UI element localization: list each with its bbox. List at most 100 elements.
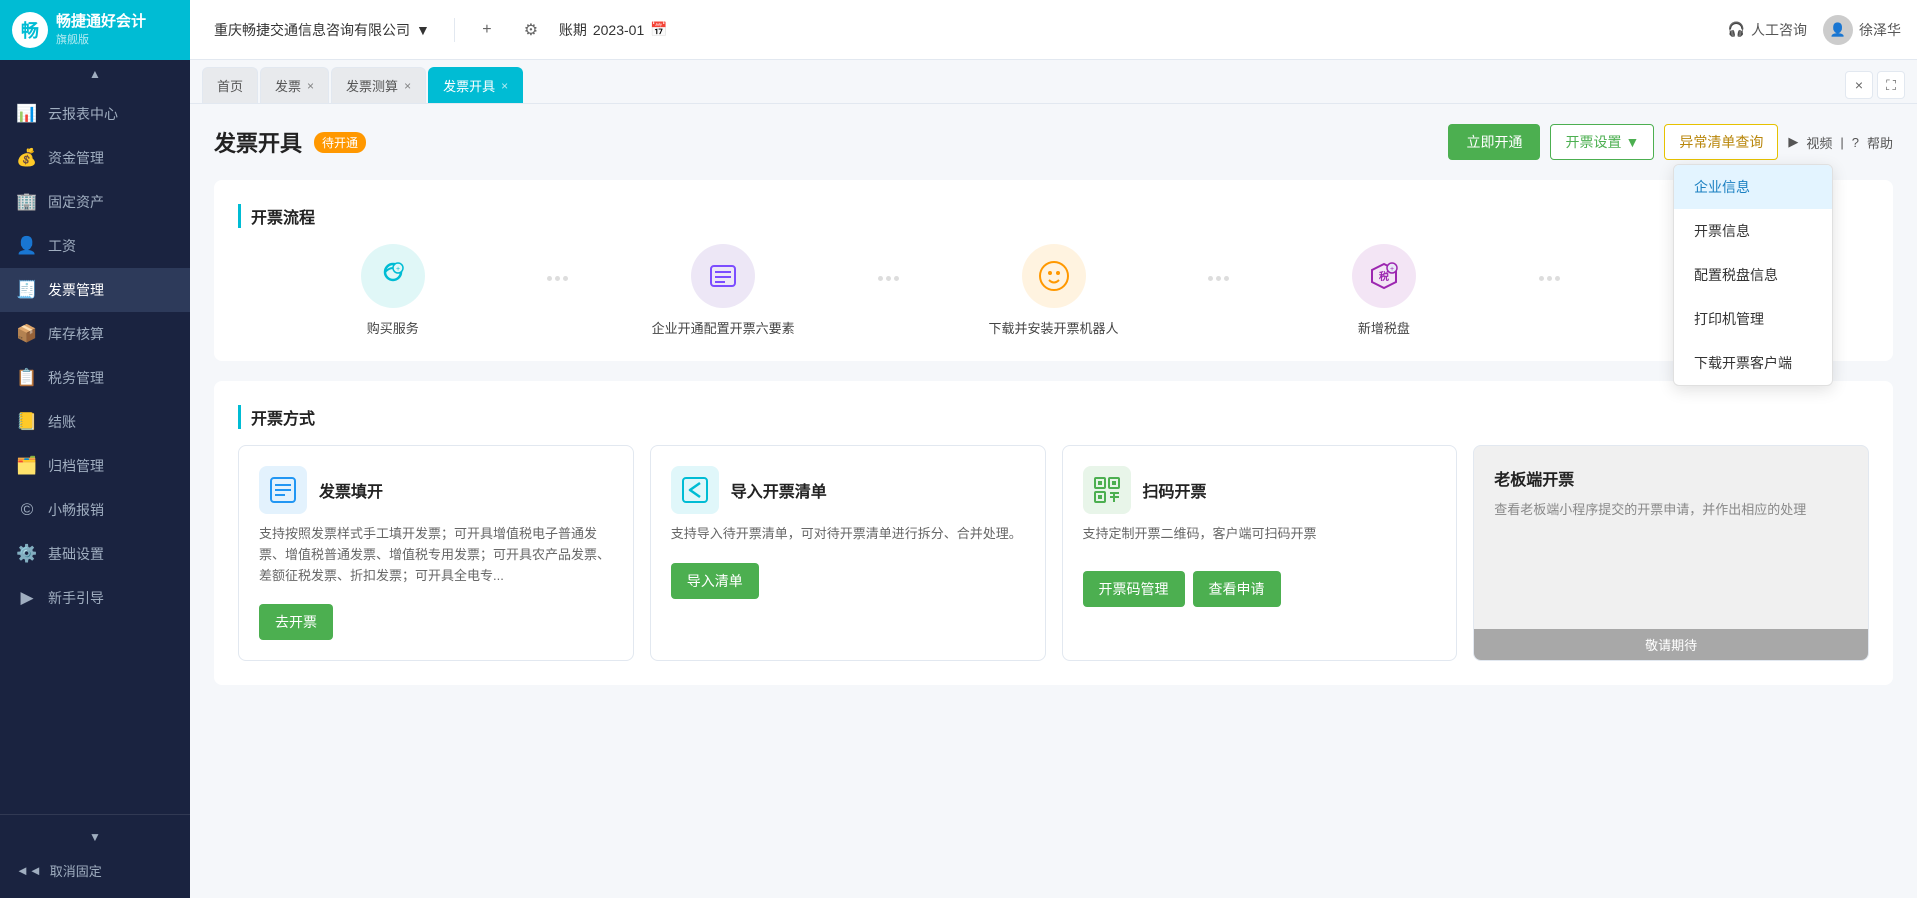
consulting-btn[interactable]: 🎧 人工咨询	[1728, 20, 1807, 40]
topbar-right: 🎧 人工咨询 👤 徐泽华	[1728, 15, 1901, 45]
dropdown-item-enterprise-info[interactable]: 企业信息	[1674, 165, 1832, 209]
tab-fapiao-cesuan[interactable]: 发票测算 ×	[331, 67, 426, 103]
method-fill-header: 发票填开	[259, 466, 613, 514]
dropdown-chevron-icon: ▼	[416, 22, 430, 38]
connector-2	[878, 276, 899, 305]
sidebar-item-jiezhang[interactable]: 📒 结账	[0, 400, 190, 444]
sidebar-item-jichushezhi[interactable]: ⚙️ 基础设置	[0, 532, 190, 576]
gudingzichan-icon: 🏢	[16, 192, 38, 212]
sidebar-item-gongzi[interactable]: 👤 工资	[0, 224, 190, 268]
add-company-btn[interactable]: +	[471, 14, 503, 46]
sidebar-scroll-up[interactable]: ▲	[0, 60, 190, 88]
method-fill-desc: 支持按照发票样式手工填开发票；可开具增值税电子普通发票、增值税普通发票、增值税专…	[259, 524, 613, 586]
main-content: 发票开具 待开通 立即开通 开票设置 ▼ 异常清单查询 ▶ 视频 | ? 帮助	[190, 104, 1917, 898]
sidebar-item-xinshouyindao[interactable]: ▶ 新手引导	[0, 576, 190, 620]
fapiao-icon: 🧾	[16, 280, 38, 300]
step-icon-config	[691, 244, 755, 308]
dropdown-item-download-client[interactable]: 下载开票客户端	[1674, 341, 1832, 385]
step-icon-taxdisk: 税 +	[1352, 244, 1416, 308]
cancel-icon: ◄◄	[16, 863, 42, 878]
svg-text:+: +	[1390, 266, 1394, 273]
method-boss-desc: 查看老板端小程序提交的开票申请，并作出相应的处理	[1494, 500, 1848, 521]
tab-fapiao-kaijia-close[interactable]: ×	[501, 79, 508, 93]
shuiwu-icon: 📋	[16, 368, 38, 388]
settings-btn[interactable]: 开票设置 ▼	[1550, 124, 1654, 160]
tab-fapiao-close[interactable]: ×	[307, 79, 314, 93]
process-step-buy: + 购买服务	[238, 244, 547, 337]
sidebar-item-zijin[interactable]: 💰 资金管理	[0, 136, 190, 180]
tabs-actions: × ⛶	[1845, 71, 1905, 103]
settings-gear-btn[interactable]: ⚙	[515, 14, 547, 46]
tab-fapiao-kaijia[interactable]: 发票开具 ×	[428, 67, 523, 103]
process-section-title: 开票流程	[238, 204, 1869, 228]
sidebar-item-guidang[interactable]: 🗂️ 归档管理	[0, 444, 190, 488]
page-title: 发票开具	[214, 126, 302, 158]
dropdown-item-invoice-info[interactable]: 开票信息	[1674, 209, 1832, 253]
method-scan-header: 扫码开票	[1083, 466, 1437, 514]
jiezhang-icon: 📒	[16, 412, 38, 432]
page-actions: 立即开通 开票设置 ▼ 异常清单查询 ▶ 视频 | ? 帮助	[1448, 124, 1893, 160]
dropdown-item-printer[interactable]: 打印机管理	[1674, 297, 1832, 341]
xinshouyindao-icon: ▶	[16, 588, 38, 608]
gongzi-icon: 👤	[16, 236, 38, 256]
red-arrow	[1673, 201, 1678, 234]
process-flow: + 购买服务 企业开通配置开票六要素	[238, 244, 1869, 337]
sidebar-bottom: ▼ ◄◄ 取消固定	[0, 814, 190, 898]
period-info: 账期 2023-01 📅	[559, 20, 668, 40]
divider-pipe: |	[1840, 135, 1843, 150]
help-icon: ?	[1852, 135, 1859, 150]
headset-icon: 🎧	[1728, 21, 1745, 38]
method-fill-btn[interactable]: 去开票	[259, 604, 333, 640]
sidebar-item-xiaochang[interactable]: © 小畅报销	[0, 488, 190, 532]
process-card: 开票流程 + 购买服务	[214, 180, 1893, 361]
sidebar-item-shuiwu[interactable]: 📋 税务管理	[0, 356, 190, 400]
tab-home[interactable]: 首页	[202, 67, 258, 103]
tab-fapiao-cesuan-close[interactable]: ×	[404, 79, 411, 93]
method-fill-title: 发票填开	[319, 478, 383, 502]
step-label-download: 下载并安装开票机器人	[989, 318, 1119, 337]
connector-1	[547, 276, 568, 305]
sidebar-item-kucun[interactable]: 📦 库存核算	[0, 312, 190, 356]
method-boss-title: 老板端开票	[1494, 466, 1574, 490]
user-profile-btn[interactable]: 👤 徐泽华	[1823, 15, 1901, 45]
activate-btn[interactable]: 立即开通	[1448, 124, 1540, 160]
method-card-scan: 扫码开票 支持定制开票二维码，客户端可扫码开票 开票码管理 查看申请	[1062, 445, 1458, 661]
exception-btn[interactable]: 异常清单查询	[1664, 124, 1778, 160]
method-import-desc: 支持导入待开票清单，可对待开票清单进行拆分、合并处理。	[671, 524, 1025, 545]
dropdown-item-tax-disk[interactable]: 配置税盘信息	[1674, 253, 1832, 297]
method-import-header: 导入开票清单	[671, 466, 1025, 514]
method-import-btn[interactable]: 导入清单	[671, 563, 759, 599]
method-scan-desc: 支持定制开票二维码，客户端可扫码开票	[1083, 524, 1437, 545]
company-selector[interactable]: 重庆畅捷交通信息咨询有限公司 ▼	[206, 16, 438, 44]
methods-grid: 发票填开 支持按照发票样式手工填开发票；可开具增值税电子普通发票、增值税普通发票…	[238, 445, 1869, 661]
sidebar-item-fapiao[interactable]: 🧾 发票管理	[0, 268, 190, 312]
svg-text:税: 税	[1379, 270, 1389, 283]
xiaochang-icon: ©	[16, 500, 38, 520]
method-scan-btn2[interactable]: 查看申请	[1193, 571, 1281, 607]
sidebar-scroll-down[interactable]: ▼	[0, 823, 190, 851]
topbar-divider-1	[454, 18, 455, 42]
sidebar-nav: 📊 云报表中心 💰 资金管理 🏢 固定资产 👤 工资 🧾 发票管理 📦 库存核算…	[0, 88, 190, 814]
step-icon-buy: +	[361, 244, 425, 308]
process-step-download: 下载并安装开票机器人	[899, 244, 1208, 337]
settings-dropdown-menu: 企业信息 开票信息 配置税盘信息 打印机管理 下载开票客户端	[1673, 164, 1833, 386]
method-scan-btn1[interactable]: 开票码管理	[1083, 571, 1185, 607]
sidebar: 畅 畅捷通好会计 旗舰版 ▲ 📊 云报表中心 💰 资金管理 🏢 固定资产 👤 工…	[0, 0, 190, 898]
settings-chevron-icon: ▼	[1625, 134, 1639, 150]
tab-close-btn[interactable]: ×	[1845, 71, 1873, 99]
sidebar-logo: 畅 畅捷通好会计 旗舰版	[0, 0, 190, 60]
svg-text:+: +	[396, 266, 400, 273]
tab-expand-btn[interactable]: ⛶	[1877, 71, 1905, 99]
app-logo-text: 畅捷通好会计 旗舰版	[56, 13, 146, 47]
method-import-icon	[671, 466, 719, 514]
app-logo-icon: 畅	[12, 12, 48, 48]
status-badge: 待开通	[314, 132, 366, 153]
methods-card: 开票方式 发票填开 支持按照发票样式手工填开发票；可开具增值税电子普通发	[214, 381, 1893, 685]
sidebar-item-gudingzichan[interactable]: 🏢 固定资产	[0, 180, 190, 224]
method-card-fill: 发票填开 支持按照发票样式手工填开发票；可开具增值税电子普通发票、增值税普通发票…	[238, 445, 634, 661]
sidebar-item-yunbao[interactable]: 📊 云报表中心	[0, 92, 190, 136]
sidebar-cancel-btn[interactable]: ◄◄ 取消固定	[0, 851, 190, 890]
tab-fapiao[interactable]: 发票 ×	[260, 67, 329, 103]
yunbao-icon: 📊	[16, 104, 38, 124]
tabs-bar: 首页 发票 × 发票测算 × 发票开具 × × ⛶	[190, 60, 1917, 104]
